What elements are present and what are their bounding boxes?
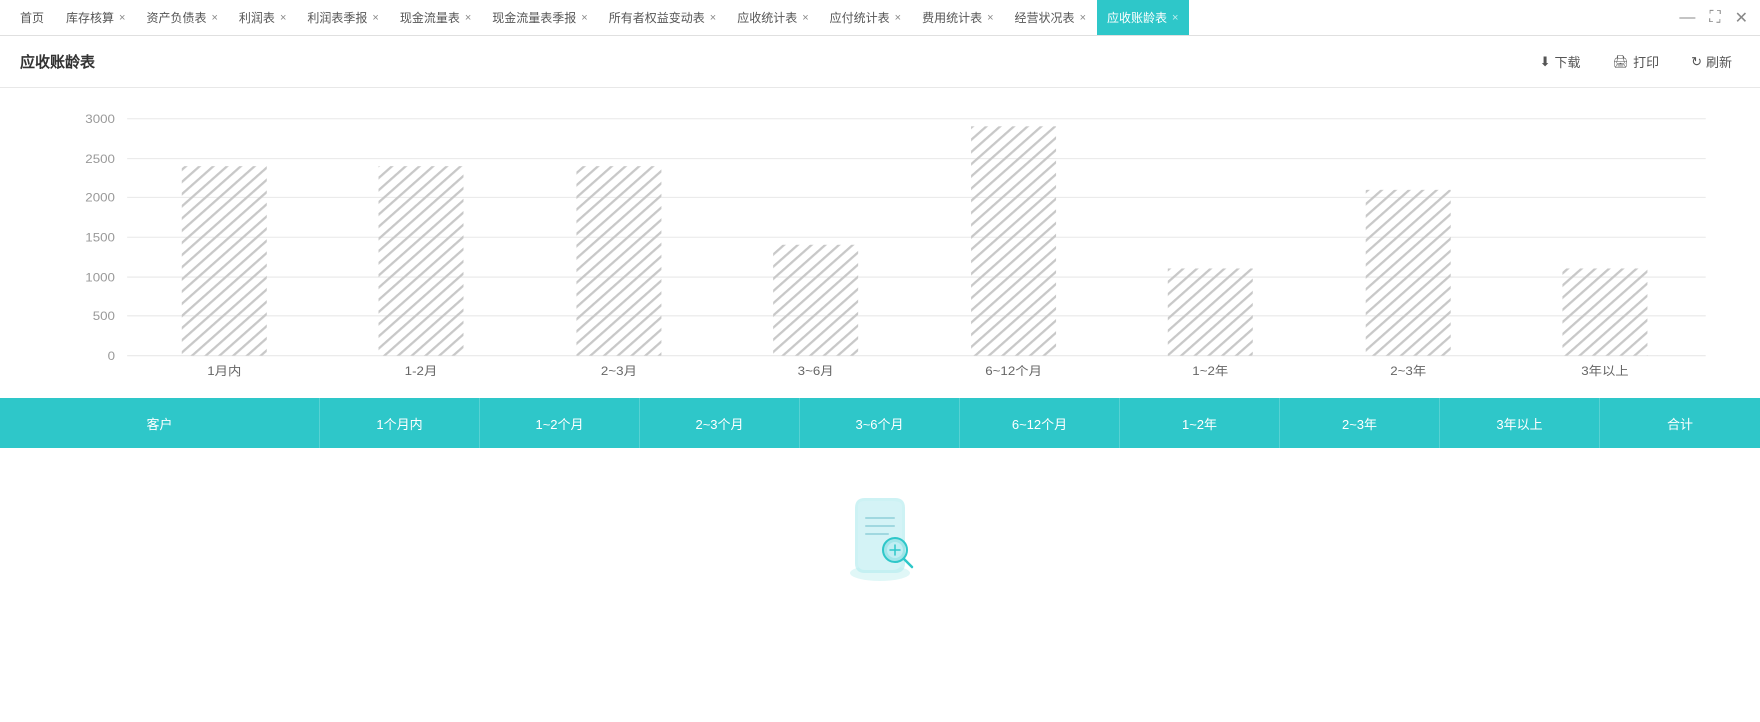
svg-text:6~12个月: 6~12个月 (985, 365, 1042, 378)
tab-close-ops-status[interactable]: × (1080, 12, 1086, 24)
chart-area: 3000 2500 2000 1500 1000 500 0 1月内 1-2月 … (0, 88, 1760, 398)
table-header-col-4: 3~6个月 (800, 398, 960, 448)
tab-profit-quarterly[interactable]: 利润表季报 × (297, 0, 389, 36)
tab-close-profit-quarterly[interactable]: × (372, 12, 378, 24)
tab-ops-status[interactable]: 经营状况表 × (1005, 0, 1097, 36)
tab-close-cashflow[interactable]: × (465, 12, 471, 24)
tab-close-expense-stats[interactable]: × (987, 12, 993, 24)
tab-expense-stats[interactable]: 费用统计表 × (912, 0, 1004, 36)
table-header: 客户1个月内1~2个月2~3个月3~6个月6~12个月1~2年2~3年3年以上合… (0, 398, 1760, 448)
svg-text:1-2月: 1-2月 (405, 365, 438, 378)
svg-text:1000: 1000 (85, 271, 115, 284)
svg-text:3~6月: 3~6月 (798, 365, 834, 378)
tab-inventory[interactable]: 库存核算 × (56, 0, 136, 36)
main-content: 3000 2500 2000 1500 1000 500 0 1月内 1-2月 … (0, 88, 1760, 722)
tab-close-balance[interactable]: × (211, 12, 217, 24)
svg-text:1~2年: 1~2年 (1192, 365, 1228, 378)
tab-profit[interactable]: 利润表 × (229, 0, 297, 36)
table-header-col-9: 合计 (1600, 398, 1760, 448)
svg-text:1500: 1500 (85, 231, 115, 244)
table-header-col-7: 2~3年 (1280, 398, 1440, 448)
tab-bar: 首页 库存核算 × 资产负债表 × 利润表 × 利润表季报 × 现金流量表 × … (0, 0, 1760, 36)
empty-state-icon (830, 488, 930, 588)
table-header-col-8: 3年以上 (1440, 398, 1600, 448)
tab-ap-stats[interactable]: 应付统计表 × (820, 0, 912, 36)
tab-close-ar-aging[interactable]: × (1172, 12, 1178, 24)
svg-text:0: 0 (108, 350, 115, 363)
bar-3-plus-year (1562, 268, 1647, 355)
table-header-col-1: 1个月内 (320, 398, 480, 448)
table-empty-state (0, 448, 1760, 608)
bar-1-2-month (379, 166, 464, 356)
bar-6-12-month (971, 126, 1056, 355)
refresh-button[interactable]: ↻ 刷新 (1683, 48, 1740, 75)
print-button[interactable]: 🖨 打印 (1605, 48, 1668, 75)
download-button[interactable]: ⬇ 下载 (1532, 48, 1589, 75)
table-header-col-3: 2~3个月 (640, 398, 800, 448)
svg-text:3年以上: 3年以上 (1581, 365, 1628, 378)
svg-text:1月内: 1月内 (207, 365, 241, 378)
table-header-col-2: 1~2个月 (480, 398, 640, 448)
tab-close-inventory[interactable]: × (119, 12, 125, 24)
svg-text:3000: 3000 (85, 113, 115, 126)
tab-close-ar-stats[interactable]: × (802, 12, 808, 24)
bar-2-3-month (576, 166, 661, 356)
tab-ar-aging[interactable]: 应收账龄表 × (1097, 0, 1189, 36)
header-actions: ⬇ 下载 🖨 打印 ↻ 刷新 (1532, 48, 1740, 75)
tab-bar-right: — ⛶ ✕ (1675, 6, 1752, 30)
refresh-icon: ↻ (1691, 54, 1702, 70)
download-icon: ⬇ (1540, 54, 1551, 70)
table-header-col-5: 6~12个月 (960, 398, 1120, 448)
print-icon: 🖨 (1613, 54, 1630, 70)
tab-close-ap-stats[interactable]: × (895, 12, 901, 24)
svg-text:2000: 2000 (85, 191, 115, 204)
tab-cashflow-quarterly[interactable]: 现金流量表季报 × (482, 0, 598, 36)
window-close-button[interactable]: ✕ (1731, 6, 1752, 30)
bar-1-2-year (1168, 268, 1253, 355)
svg-text:2~3月: 2~3月 (601, 365, 637, 378)
tab-home[interactable]: 首页 (8, 9, 56, 26)
table-header-col-0: 客户 (0, 398, 320, 448)
tab-balance[interactable]: 资产负债表 × (136, 0, 228, 36)
tab-close-profit[interactable]: × (280, 12, 286, 24)
page-header: 应收账龄表 ⬇ 下载 🖨 打印 ↻ 刷新 (0, 36, 1760, 88)
tab-ar-stats[interactable]: 应收统计表 × (727, 0, 819, 36)
bar-3-6-month (773, 245, 858, 356)
tab-close-cashflow-quarterly[interactable]: × (581, 12, 587, 24)
table-header-col-6: 1~2年 (1120, 398, 1280, 448)
chart-container: 3000 2500 2000 1500 1000 500 0 1月内 1-2月 … (30, 108, 1730, 388)
svg-text:500: 500 (93, 310, 115, 323)
bar-chart: 3000 2500 2000 1500 1000 500 0 1月内 1-2月 … (30, 108, 1730, 388)
page-title: 应收账龄表 (20, 51, 95, 72)
svg-text:2500: 2500 (85, 153, 115, 166)
window-minimize-button[interactable]: — (1675, 7, 1699, 29)
tab-cashflow[interactable]: 现金流量表 × (390, 0, 482, 36)
bar-2-3-year (1366, 190, 1451, 356)
window-maximize-button[interactable]: ⛶ (1705, 7, 1724, 29)
bar-1-month (182, 166, 267, 356)
tab-equity[interactable]: 所有者权益变动表 × (599, 0, 727, 36)
svg-text:2~3年: 2~3年 (1390, 365, 1426, 378)
tab-close-equity[interactable]: × (710, 12, 716, 24)
